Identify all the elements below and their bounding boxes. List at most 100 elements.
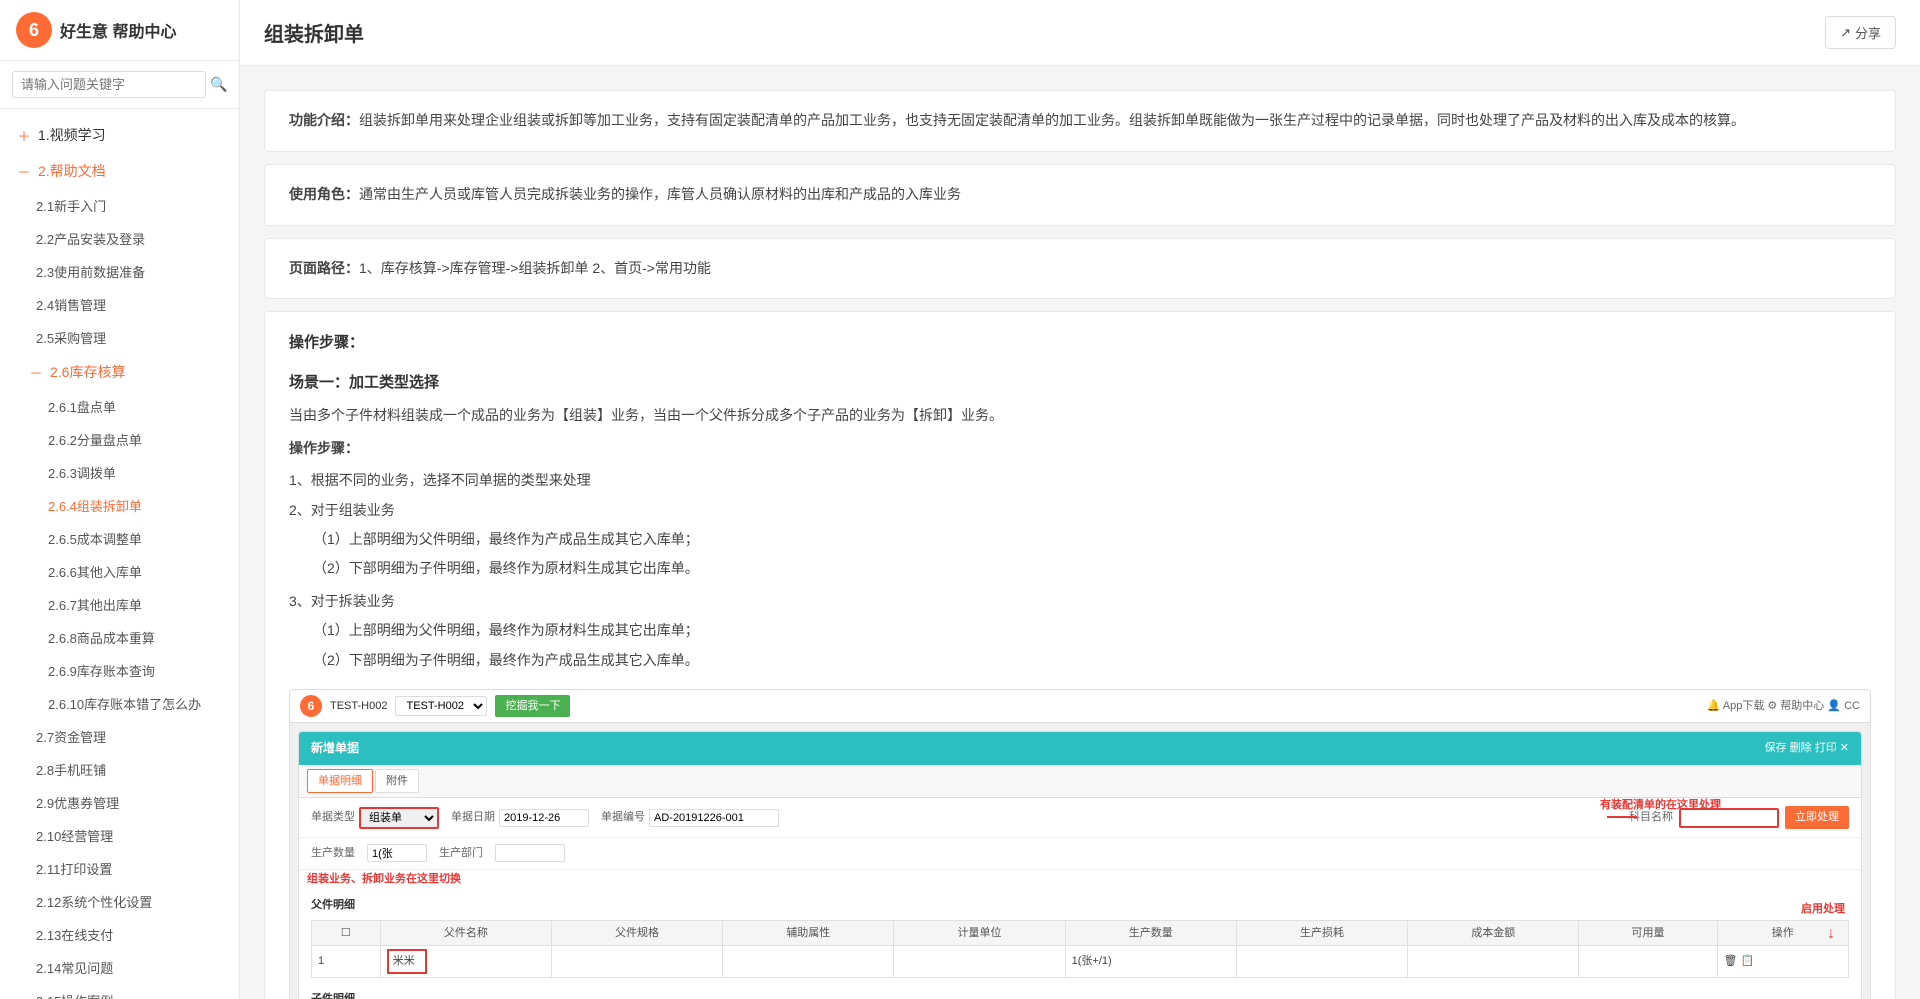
- annotation-process-arrow: ↓: [1827, 920, 1835, 947]
- search-input[interactable]: [12, 71, 206, 98]
- logo-text: 好生意 帮助中心: [60, 18, 176, 42]
- role-text: 使用角色：通常由生产人员或库管人员完成拆装业务的操作，库管人员确认原材料的出库和…: [289, 183, 1871, 207]
- search-button[interactable]: 🔍: [206, 72, 231, 97]
- sidebar-item-cost-recalc[interactable]: 2.6.8商品成本重算: [0, 621, 239, 654]
- step3: 3、对于拆装业务: [289, 589, 1871, 614]
- sidebar-item-inventory[interactable]: － 2.6库存核算: [0, 354, 239, 390]
- sidebar-item-cost-adjust[interactable]: 2.6.5成本调整单: [0, 522, 239, 555]
- td-name-input[interactable]: 米米: [387, 949, 427, 974]
- sidebar-item-mobile[interactable]: 2.8手机旺铺: [0, 753, 239, 786]
- sidebar-item-finance[interactable]: 2.7资金管理: [0, 720, 239, 753]
- sidebar-item-other-out[interactable]: 2.6.7其他出库单: [0, 588, 239, 621]
- screenshot-container: 6 TEST-H002 TEST-H002 挖掘我一下 🔔 App下载 ⚙ 帮助…: [289, 689, 1871, 999]
- sidebar-item-cases[interactable]: 2.15操作案例: [0, 984, 239, 999]
- mock-modal-header: 新增单据 保存 删除 打印 ✕: [299, 732, 1861, 764]
- mock-date-label: 单据日期: [451, 808, 495, 827]
- sidebar-item-operations[interactable]: 2.10经营管理: [0, 819, 239, 852]
- intro-text: 功能介绍：组装拆卸单用来处理企业组装或拆卸等加工业务，支持有固定装配清单的产品加…: [289, 109, 1871, 133]
- mock-green-btn: 挖掘我一下: [495, 695, 570, 718]
- sidebar-item-print[interactable]: 2.11打印设置: [0, 852, 239, 885]
- mock-field-date: 单据日期: [451, 808, 589, 827]
- td-qty: 1(张+/1): [1065, 946, 1236, 978]
- scenario1-desc: 当由多个子件材料组装成一个成品的业务为【组装】业务，当由一个父件拆分成多个子产品…: [289, 403, 1871, 428]
- td-spec: [551, 946, 722, 978]
- mock-section-label: 父件明细: [311, 892, 1849, 916]
- sidebar-item-coupon[interactable]: 2.9优惠券管理: [0, 786, 239, 819]
- td-num: 1: [312, 946, 381, 978]
- mock-field-type: 单据类型 组装单 拆卸单: [311, 807, 439, 829]
- mock-date-input[interactable]: [499, 809, 589, 827]
- annotation-arrow1: [1607, 816, 1637, 818]
- sidebar-item-install[interactable]: 2.2产品安装及登录: [0, 222, 239, 255]
- sidebar-item-assembly[interactable]: 2.6.4组装拆卸单: [0, 489, 239, 522]
- sidebar: 6 好生意 帮助中心 🔍 ＋ 1.视频学习 － 2.帮助文档 2.1新手入门 2…: [0, 0, 240, 999]
- step3-2: （2）下部明细为子件明细，最终作为产成品生成其它入库单。: [289, 648, 1871, 673]
- share-label: 分享: [1855, 23, 1881, 42]
- path-label: 页面路径：: [289, 260, 359, 276]
- mock-company: TEST-H002: [330, 697, 387, 716]
- sidebar-item-other-in[interactable]: 2.6.6其他入库单: [0, 555, 239, 588]
- mock-qty-input[interactable]: [367, 844, 427, 862]
- ops-heading: 操作步骤：: [289, 330, 1871, 356]
- mock-table-area: 父件明细 ☐ 父件名称 父件规格 辅助属性: [299, 870, 1861, 999]
- th-parent-name: 父件名称: [380, 920, 551, 946]
- sidebar-item-videos[interactable]: ＋ 1.视频学习: [0, 117, 239, 153]
- logo-icon: 6: [16, 12, 52, 48]
- collapse-icon-2: －: [28, 364, 44, 380]
- th-parent-spec: 父件规格: [551, 920, 722, 946]
- sidebar-item-stock-count[interactable]: 2.6.1盘点单: [0, 390, 239, 423]
- sidebar-item-transfer[interactable]: 2.6.3调拨单: [0, 456, 239, 489]
- mock-modal-actions: 保存 删除 打印 ✕: [1765, 739, 1849, 758]
- sidebar-item-partial-count[interactable]: 2.6.2分量盘点单: [0, 423, 239, 456]
- td-name: 米米: [380, 946, 551, 978]
- mock-field-num: 单据编号: [601, 808, 779, 827]
- role-label: 使用角色：: [289, 186, 359, 202]
- mock-topbar: 6 TEST-H002 TEST-H002 挖掘我一下 🔔 App下载 ⚙ 帮助…: [290, 690, 1870, 724]
- collapse-icon: －: [16, 163, 32, 179]
- td-loss: [1236, 946, 1407, 978]
- th-aux: 辅助属性: [723, 920, 894, 946]
- annotation-process: 启用处理: [1801, 900, 1845, 919]
- sidebar-item-ledger[interactable]: 2.6.9库存账本查询: [0, 654, 239, 687]
- mock-num-input[interactable]: [649, 809, 779, 827]
- sidebar-item-docs[interactable]: － 2.帮助文档: [0, 153, 239, 189]
- mock-modal-nav: 保存 删除 打印 ✕: [1765, 739, 1849, 758]
- mock-num-label: 单据编号: [601, 808, 645, 827]
- sidebar-item-ledger-fix[interactable]: 2.6.10库存账本错了怎么办: [0, 687, 239, 720]
- ops-card: 操作步骤： 场景一：加工类型选择 当由多个子件材料组装成一个成品的业务为【组装】…: [264, 311, 1896, 999]
- table1-header-row: ☐ 父件名称 父件规格 辅助属性 计量单位 生产数量 生产损耗 成本金额: [312, 920, 1849, 946]
- intro-label: 功能介绍：: [289, 112, 359, 128]
- mock-tab2[interactable]: 附件: [375, 769, 419, 794]
- th-loss: 生产损耗: [1236, 920, 1407, 946]
- sidebar-item-label: 1.视频学习: [38, 125, 106, 145]
- mock-dept-label: 生产部门: [439, 844, 483, 863]
- mock-confirm-btn[interactable]: 立即处理: [1785, 806, 1849, 829]
- mock-app: 6 TEST-H002 TEST-H002 挖掘我一下 🔔 App下载 ⚙ 帮助…: [290, 690, 1870, 999]
- mock-type-select[interactable]: 组装单 拆卸单: [359, 807, 439, 829]
- sidebar-item-newuser[interactable]: 2.1新手入门: [0, 189, 239, 222]
- mock-dept-input[interactable]: [495, 844, 565, 862]
- mock-company-dropdown[interactable]: TEST-H002: [395, 696, 487, 716]
- main-content: 组装拆卸单 ↗ 分享 功能介绍：组装拆卸单用来处理企业组装或拆卸等加工业务，支持…: [240, 0, 1920, 999]
- td-op: 🗑 📋: [1717, 946, 1848, 978]
- share-icon: ↗: [1840, 25, 1851, 41]
- table1-row1: 1 米米 1(张+/1): [312, 946, 1849, 978]
- mock-table1: ☐ 父件名称 父件规格 辅助属性 计量单位 生产数量 生产损耗 成本金额: [311, 920, 1849, 978]
- sidebar-item-settings[interactable]: 2.12系统个性化设置: [0, 885, 239, 918]
- sidebar-item-sales[interactable]: 2.4销售管理: [0, 288, 239, 321]
- intro-card: 功能介绍：组装拆卸单用来处理企业组装或拆卸等加工业务，支持有固定装配清单的产品加…: [264, 90, 1896, 152]
- th-avail: 可用量: [1579, 920, 1717, 946]
- sidebar-item-purchase[interactable]: 2.5采购管理: [0, 321, 239, 354]
- mock-doc-tabs: 单据明细 附件: [299, 765, 1861, 799]
- nav-list: ＋ 1.视频学习 － 2.帮助文档 2.1新手入门 2.2产品安装及登录 2.3…: [0, 109, 239, 999]
- sidebar-item-faq[interactable]: 2.14常见问题: [0, 951, 239, 984]
- mock-type-label: 单据类型: [311, 808, 355, 827]
- mock-tab-active[interactable]: 单据明细: [307, 769, 373, 794]
- mock-modal: 新增单据 保存 删除 打印 ✕ 单据明细 附件: [298, 731, 1862, 999]
- share-button[interactable]: ↗ 分享: [1825, 16, 1896, 49]
- sidebar-item-data-prep[interactable]: 2.3使用前数据准备: [0, 255, 239, 288]
- sidebar-item-payment[interactable]: 2.13在线支付: [0, 918, 239, 951]
- td-cost: [1408, 946, 1579, 978]
- annotation-top: 有装配清单的在这里处理: [1600, 796, 1721, 815]
- path-text: 页面路径：1、库存核算->库存管理->组装拆卸单 2、首页->常用功能: [289, 257, 1871, 281]
